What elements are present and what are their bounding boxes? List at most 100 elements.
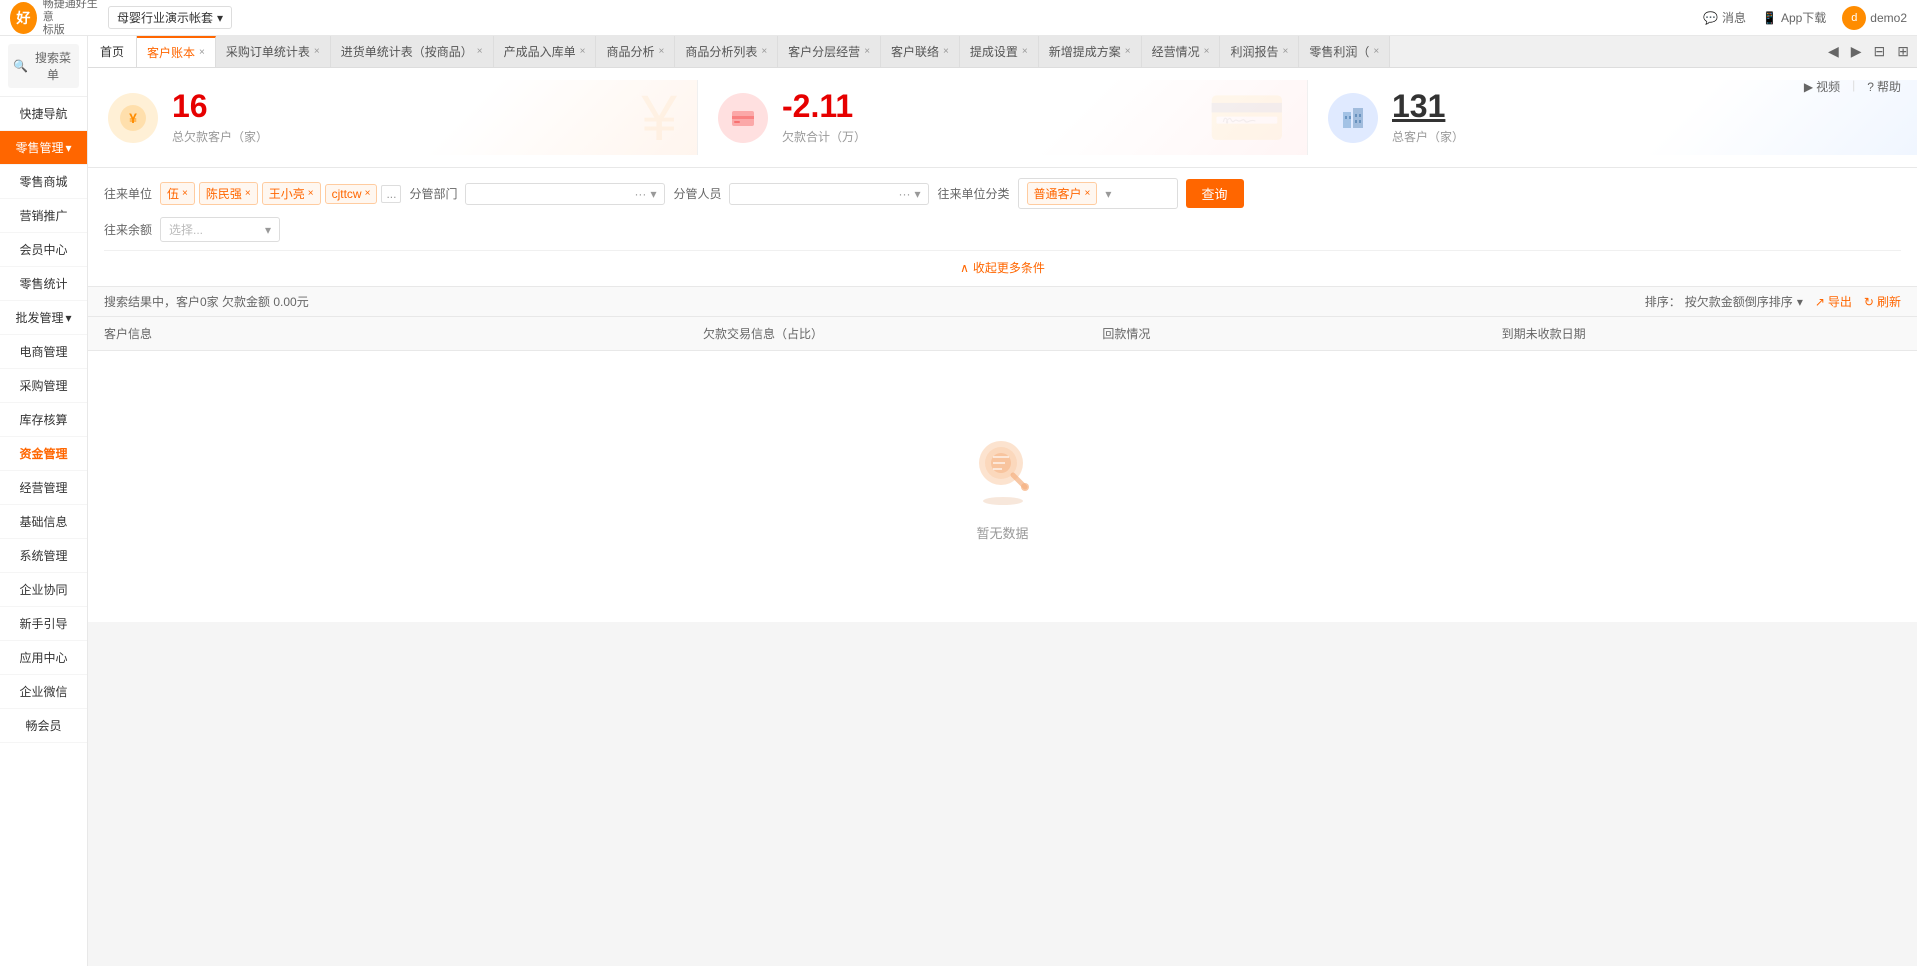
- tab-ops-situation[interactable]: 经营情况 ×: [1142, 36, 1221, 68]
- tab-maximize-btn[interactable]: ⊞: [1893, 41, 1913, 62]
- unit-tag-chen: 陈民强 ×: [199, 182, 258, 205]
- total-customers-value[interactable]: 131: [1392, 90, 1464, 122]
- logo-text: 畅捷通好生意 标版: [43, 0, 98, 37]
- search-menu-button[interactable]: 🔍 搜索菜单: [8, 44, 79, 88]
- video-btn[interactable]: ▶ 视频: [1804, 78, 1840, 95]
- sidebar-item-purchase-mgmt[interactable]: 采购管理: [0, 369, 87, 403]
- tab-customer-connect[interactable]: 客户联络 ×: [881, 36, 960, 68]
- tab-close-profit-report[interactable]: ×: [1282, 46, 1288, 57]
- sidebar-item-vip-member[interactable]: 畅会员: [0, 709, 87, 743]
- system-selector[interactable]: 母婴行业演示帐套 ▾: [108, 6, 232, 29]
- tab-close-retail-profit[interactable]: ×: [1373, 46, 1379, 57]
- data-table: 客户信息 欠款交易信息（占比） 回款情况 到期未收款日期: [88, 317, 1917, 622]
- remove-unit-tag-wu[interactable]: ×: [182, 188, 188, 199]
- overdue-customers-label: 总欠款客户（家）: [172, 128, 268, 145]
- help-btn[interactable]: ? 帮助: [1867, 78, 1901, 95]
- remove-unit-tag-wang[interactable]: ×: [308, 188, 314, 199]
- tab-profit-report[interactable]: 利润报告 ×: [1220, 36, 1299, 68]
- sidebar-item-inventory[interactable]: 库存核算: [0, 403, 87, 437]
- table-header: 客户信息 欠款交易信息（占比） 回款情况 到期未收款日期: [88, 317, 1917, 351]
- tab-goods-analysis[interactable]: 商品分析 ×: [596, 36, 675, 68]
- download-icon: 📱: [1762, 11, 1777, 25]
- tab-close-new-push-plan[interactable]: ×: [1125, 46, 1131, 57]
- balance-select[interactable]: 选择... ▾: [160, 217, 280, 242]
- stat-bg-yuan: ¥: [641, 81, 677, 155]
- sidebar-item-new-guide[interactable]: 新手引导: [0, 607, 87, 641]
- sidebar-item-retail-shop[interactable]: 零售商城: [0, 165, 87, 199]
- person-select[interactable]: ··· ▾: [729, 183, 929, 205]
- tab-push-settings[interactable]: 提成设置 ×: [960, 36, 1039, 68]
- tab-scroll-left-btn[interactable]: ◀: [1824, 41, 1843, 62]
- sidebar-item-marketing[interactable]: 营销推广: [0, 199, 87, 233]
- tab-controls: ◀ ▶ ⊟ ⊞: [1820, 41, 1917, 62]
- query-button[interactable]: 查询: [1186, 179, 1244, 208]
- tab-scroll-right-btn[interactable]: ▶: [1847, 41, 1866, 62]
- tab-close-customer-tier[interactable]: ×: [864, 46, 870, 57]
- dept-more-btn[interactable]: ···: [634, 187, 646, 201]
- chevron-down-icon: ▾: [65, 311, 71, 325]
- remove-unit-tag-chen[interactable]: ×: [245, 188, 251, 199]
- tab-customer-tier[interactable]: 客户分层经营 ×: [778, 36, 881, 68]
- sidebar-item-enterprise-coop[interactable]: 企业协同: [0, 573, 87, 607]
- dept-select[interactable]: ··· ▾: [465, 183, 665, 205]
- tab-close-push-settings[interactable]: ×: [1022, 46, 1028, 57]
- message-btn[interactable]: 💬 消息: [1703, 9, 1746, 26]
- search-result-info: 搜索结果中，客户0家 欠款金额 0.00元: [104, 293, 309, 310]
- tab-close-goods-analysis[interactable]: ×: [658, 46, 664, 57]
- stat-overdue-total: -2.11 欠款合计（万） 💳: [698, 80, 1308, 155]
- unit-tag-more[interactable]: ...: [381, 185, 401, 203]
- tab-close-purchase-order-stats[interactable]: ×: [314, 46, 320, 57]
- sidebar-item-retail-mgmt[interactable]: 零售管理 ▾: [0, 131, 87, 165]
- search-icon: 🔍: [13, 59, 28, 73]
- tab-product-inbound[interactable]: 产成品入库单 ×: [494, 36, 597, 68]
- col-customer-info: 客户信息: [104, 325, 703, 342]
- tab-purchase-order-stats[interactable]: 采购订单统计表 ×: [216, 36, 331, 68]
- tab-close-customer-account[interactable]: ×: [199, 47, 205, 58]
- tab-close-product-inbound[interactable]: ×: [580, 46, 586, 57]
- tab-goods-analysis-list[interactable]: 商品分析列表 ×: [675, 36, 778, 68]
- building-icon: [1339, 104, 1367, 132]
- sidebar-item-member-center[interactable]: 会员中心: [0, 233, 87, 267]
- sidebar-item-retail-stats[interactable]: 零售统计: [0, 267, 87, 301]
- sidebar-item-quick-nav[interactable]: 快捷导航: [0, 97, 87, 131]
- chevron-down-icon: ▾: [265, 223, 271, 237]
- sidebar-item-batch-mgmt[interactable]: 批发管理 ▾: [0, 301, 87, 335]
- tab-close-ops-situation[interactable]: ×: [1204, 46, 1210, 57]
- person-filter-label: 分管人员: [673, 185, 721, 202]
- person-more-btn[interactable]: ···: [898, 187, 910, 201]
- empty-icon: [963, 431, 1043, 511]
- collapse-row: ∧ 收起更多条件: [104, 250, 1901, 276]
- tab-new-push-plan[interactable]: 新增提成方案 ×: [1039, 36, 1142, 68]
- tab-retail-profit[interactable]: 零售利润（ ×: [1299, 36, 1390, 68]
- chevron-down-icon: ▾: [1797, 295, 1803, 309]
- remove-unit-tag-cjttcw[interactable]: ×: [365, 188, 371, 199]
- chevron-down-icon: ▾: [914, 187, 920, 201]
- sidebar-item-basic-info[interactable]: 基础信息: [0, 505, 87, 539]
- category-select[interactable]: 普通客户 × ▾: [1018, 178, 1178, 209]
- tab-close-goods-analysis-list[interactable]: ×: [761, 46, 767, 57]
- chevron-down-icon: ▾: [217, 11, 223, 25]
- tab-inbound-stats[interactable]: 进货单统计表（按商品） ×: [331, 36, 494, 68]
- sort-select[interactable]: 排序： 按欠款金额倒序排序 ▾: [1645, 293, 1803, 310]
- sidebar-item-app-center[interactable]: 应用中心: [0, 641, 87, 675]
- refresh-icon: ↻: [1864, 295, 1874, 309]
- remove-category-tag[interactable]: ×: [1085, 188, 1091, 199]
- tab-close-customer-connect[interactable]: ×: [943, 46, 949, 57]
- refresh-button[interactable]: ↻ 刷新: [1864, 293, 1901, 310]
- tab-close-inbound-stats[interactable]: ×: [477, 46, 483, 57]
- sidebar-item-sys-mgmt[interactable]: 系统管理: [0, 539, 87, 573]
- sidebar-item-enterprise-wechat[interactable]: 企业微信: [0, 675, 87, 709]
- video-icon: ▶: [1804, 80, 1813, 94]
- unit-tags-area: 伍 × 陈民强 × 王小亮 × cjttcw ×: [160, 182, 401, 205]
- tab-customer-account[interactable]: 客户账本 ×: [137, 36, 216, 68]
- sidebar-item-capital-mgmt[interactable]: 资金管理: [0, 437, 87, 471]
- app-download-btn[interactable]: 📱 App下载: [1762, 9, 1826, 26]
- tab-minimize-btn[interactable]: ⊟: [1870, 41, 1890, 62]
- credit-card-icon: [729, 104, 757, 132]
- user-avatar-area[interactable]: d demo2: [1842, 6, 1907, 30]
- tab-home[interactable]: 首页: [88, 36, 137, 68]
- sidebar-item-ops-mgmt[interactable]: 经营管理: [0, 471, 87, 505]
- export-button[interactable]: ↗ 导出: [1815, 293, 1852, 310]
- collapse-button[interactable]: ∧ 收起更多条件: [960, 259, 1045, 276]
- sidebar-item-ecom-mgmt[interactable]: 电商管理: [0, 335, 87, 369]
